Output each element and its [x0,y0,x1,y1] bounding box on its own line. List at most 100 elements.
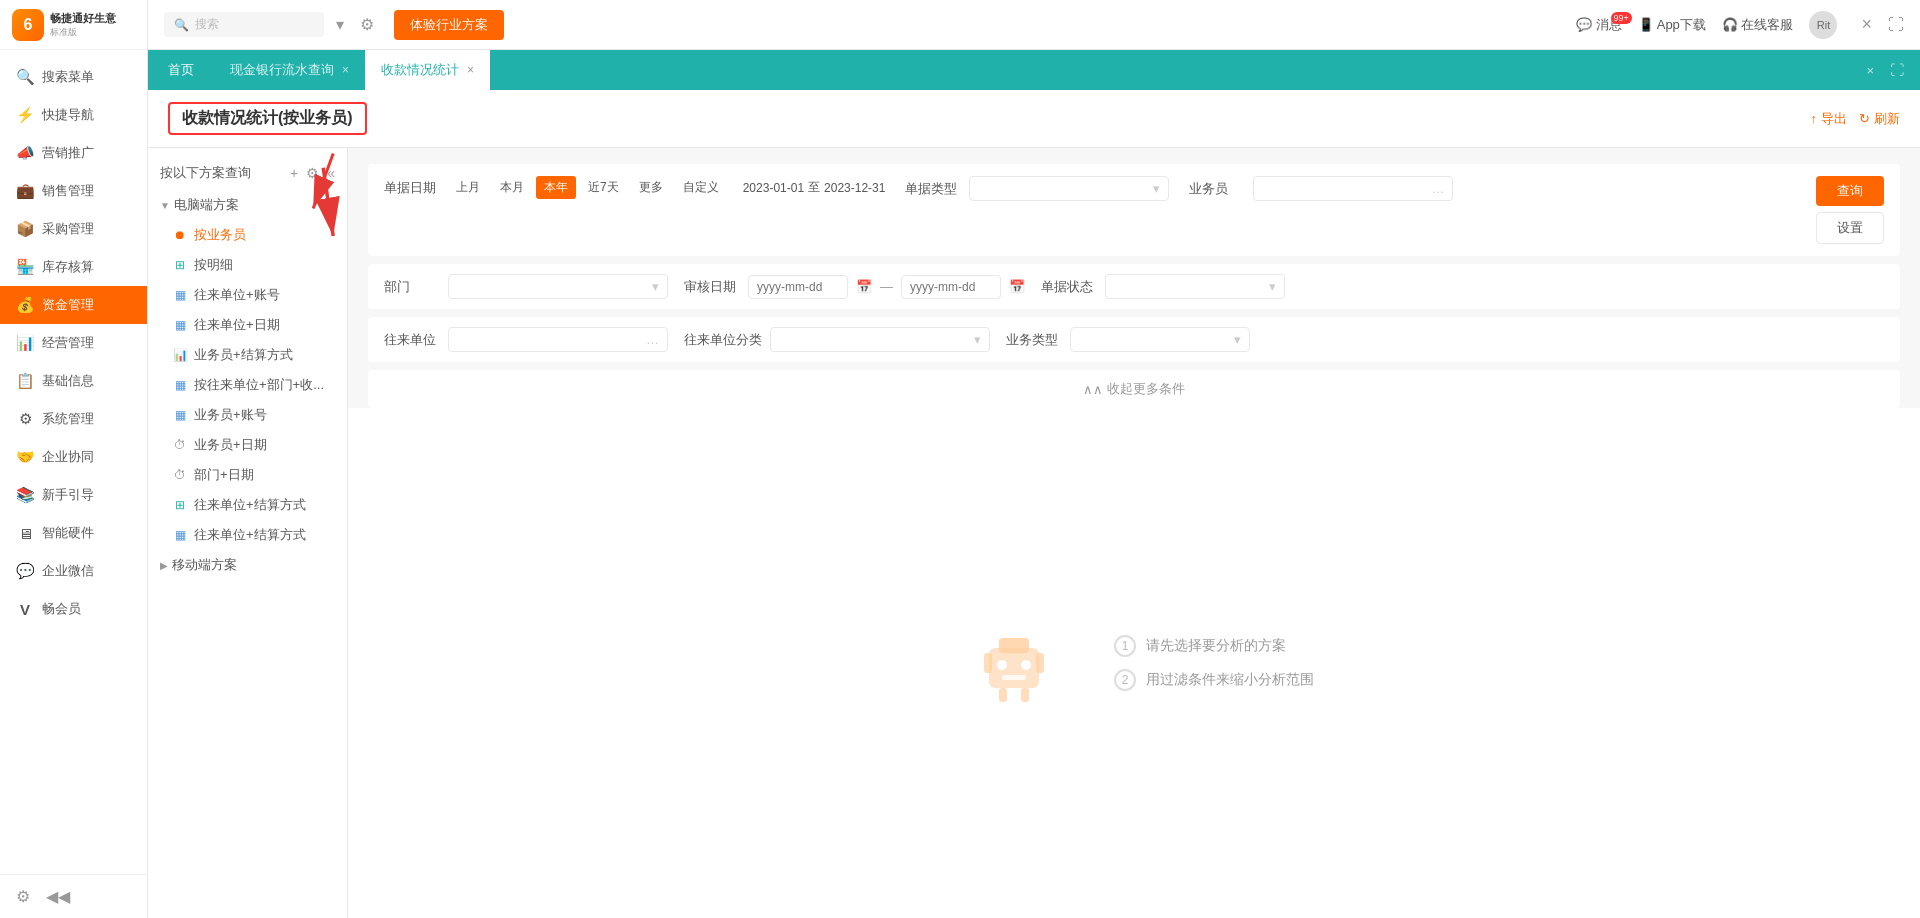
date-tab-more[interactable]: 更多 [631,176,671,199]
svg-rect-7 [999,688,1007,702]
panel-add-button[interactable]: + [290,165,298,181]
biztype-select[interactable]: ▾ [1070,327,1250,352]
partner-settlement1-icon: ⊞ [172,497,188,513]
tree-node-dept-date[interactable]: ⏱ 部门+日期 [148,460,347,490]
panel-actions: + ⚙ « [290,165,335,181]
query-button[interactable]: 查询 [1816,176,1884,206]
page-actions: ↑ 导出 ↻ 刷新 [1811,110,1901,128]
topbar-dropdown[interactable]: ▾ [336,15,344,34]
docstatus-label: 单据状态 [1041,278,1097,296]
tree-node-salesperson-account[interactable]: ▦ 业务员+账号 [148,400,347,430]
expand-tab-icon[interactable]: ⛶ [1890,62,1904,78]
tab-close-receivable[interactable]: × [467,63,474,77]
doctype-label: 单据类型 [905,180,961,198]
window-close-icon[interactable]: × [1861,14,1872,35]
date-tab-thismonth[interactable]: 本月 [492,176,532,199]
tree-section-mobile[interactable]: ▶ 移动端方案 [148,550,347,580]
sidebar-item-quicknav[interactable]: ⚡ 快捷导航 [0,96,147,134]
sidebar-item-guide[interactable]: 📚 新手引导 [0,476,147,514]
panel-collapse-button[interactable]: « [327,165,335,181]
online-service-area[interactable]: 🎧 在线客服 [1722,16,1794,34]
date-tabs: 上月 本月 本年 近7天 更多 自定义 [448,176,727,199]
tree-node-partner-settlement2[interactable]: ▦ 往来单位+结算方式 [148,520,347,550]
empty-step-1: 1 请先选择要分析的方案 [1114,635,1314,657]
review-date-from-input[interactable] [748,275,848,299]
tree-node-partner-date[interactable]: ▦ 往来单位+日期 [148,310,347,340]
hardware-icon: 🖥 [16,524,34,542]
date-tab-7days[interactable]: 近7天 [580,176,627,199]
sidebar-item-basic[interactable]: 📋 基础信息 [0,362,147,400]
set-button[interactable]: 设置 [1816,212,1884,244]
page-title-box: 收款情况统计(按业务员) [168,102,367,135]
topbar-search[interactable]: 🔍 搜索 [164,12,324,37]
message-icon: 💬 [1576,17,1592,32]
topbar-gear-icon[interactable]: ⚙ [360,15,374,34]
partner-select[interactable]: … [448,327,668,352]
sidebar-item-hardware[interactable]: 🖥 智能硬件 [0,514,147,552]
sidebar-item-vip[interactable]: V 畅会员 [0,590,147,628]
partner-settlement2-icon: ▦ [172,527,188,543]
sidebar-item-system[interactable]: ⚙ 系统管理 [0,400,147,438]
logo-text: 畅捷通好生意 标准版 [50,11,116,39]
topbar-right: 💬 消息 99+ 📱 App下载 🎧 在线客服 Rit × ⛶ [1576,11,1904,39]
panel-gear-button[interactable]: ⚙ [306,165,319,181]
export-button[interactable]: ↑ 导出 [1811,110,1848,128]
panel-title: 按以下方案查询 [160,164,251,182]
filter-dept-item: 部门 ▾ [384,274,668,299]
refresh-button[interactable]: ↻ 刷新 [1859,110,1900,128]
trial-btn[interactable]: 体验行业方案 [394,10,504,40]
filter-row-1: 单据日期 上月 本月 本年 近7天 更多 自定义 2023-01-01 [368,164,1900,256]
date-range: 2023-01-01 至 2023-12-31 [743,179,886,196]
user-avatar[interactable]: Rit [1809,11,1837,39]
export-icon: ↑ [1811,111,1818,126]
notification-area[interactable]: 💬 消息 99+ [1576,16,1622,34]
sidebar-item-collab[interactable]: 🤝 企业协同 [0,438,147,476]
filter-partner-item: 往来单位 … [384,327,668,352]
collapse-sidebar-icon[interactable]: ◀◀ [46,887,70,906]
step-num-2: 2 [1114,669,1136,691]
tree-node-partner-dept[interactable]: ▦ 按往来单位+部门+收... [148,370,347,400]
tree-node-salesperson-settlement[interactable]: 📊 业务员+结算方式 [148,340,347,370]
tab-bank-statement[interactable]: 现金银行流水查询 × [214,50,365,90]
tree-node-salesperson[interactable]: ⏺ 按业务员 [148,220,347,250]
page-title: 收款情况统计(按业务员) [182,108,353,129]
collapse-bar[interactable]: ∧∧ 收起更多条件 [368,370,1900,408]
tree-node-partner-account[interactable]: ▦ 往来单位+账号 [148,280,347,310]
date-tab-thisyear[interactable]: 本年 [536,176,576,199]
svg-rect-0 [989,648,1039,688]
tab-close-bank[interactable]: × [342,63,349,77]
empty-robot-illustration [954,603,1074,723]
empty-step-2: 2 用过滤条件来缩小分析范围 [1114,669,1314,691]
sidebar-item-inventory[interactable]: 🏪 库存核算 [0,248,147,286]
sidebar-item-marketing[interactable]: 📣 营销推广 [0,134,147,172]
sidebar-item-operations[interactable]: 📊 经营管理 [0,324,147,362]
close-all-tabs-icon[interactable]: × [1866,63,1874,78]
tree-node-detail[interactable]: ⊞ 按明细 [148,250,347,280]
dept-chevron-icon: ▾ [652,279,659,294]
sidebar-item-wechat[interactable]: 💬 企业微信 [0,552,147,590]
review-date-to-input[interactable] [901,275,1001,299]
sp-account-icon: ▦ [172,407,188,423]
biztype-chevron-icon: ▾ [1234,332,1241,347]
dept-select[interactable]: ▾ [448,274,668,299]
filter-review-date-item: 审核日期 📅 — 📅 [684,275,1025,299]
inventory-icon: 🏪 [16,258,34,276]
sidebar-item-search[interactable]: 🔍 搜索菜单 [0,58,147,96]
sidebar-item-purchase[interactable]: 📦 采购管理 [0,210,147,248]
salesperson-select[interactable]: … [1253,176,1453,201]
tree-node-partner-settlement1[interactable]: ⊞ 往来单位+结算方式 [148,490,347,520]
docstatus-select[interactable]: ▾ [1105,274,1285,299]
settings-bottom-icon[interactable]: ⚙ [16,887,30,906]
tab-receivable-stats[interactable]: 收款情况统计 × [365,50,490,90]
partner-class-select[interactable]: ▾ [770,327,990,352]
sidebar-item-finance[interactable]: 💰 资金管理 [0,286,147,324]
tree-section-desktop[interactable]: ▼ 电脑端方案 [148,190,347,220]
doctype-select[interactable]: ▾ [969,176,1169,201]
app-download-area[interactable]: 📱 App下载 [1638,16,1706,34]
tree-node-salesperson-date[interactable]: ⏱ 业务员+日期 [148,430,347,460]
date-tab-lastmonth[interactable]: 上月 [448,176,488,199]
sidebar-item-sales[interactable]: 💼 销售管理 [0,172,147,210]
tab-home[interactable]: 首页 [148,50,214,90]
window-expand-icon[interactable]: ⛶ [1888,16,1904,34]
date-tab-custom[interactable]: 自定义 [675,176,727,199]
